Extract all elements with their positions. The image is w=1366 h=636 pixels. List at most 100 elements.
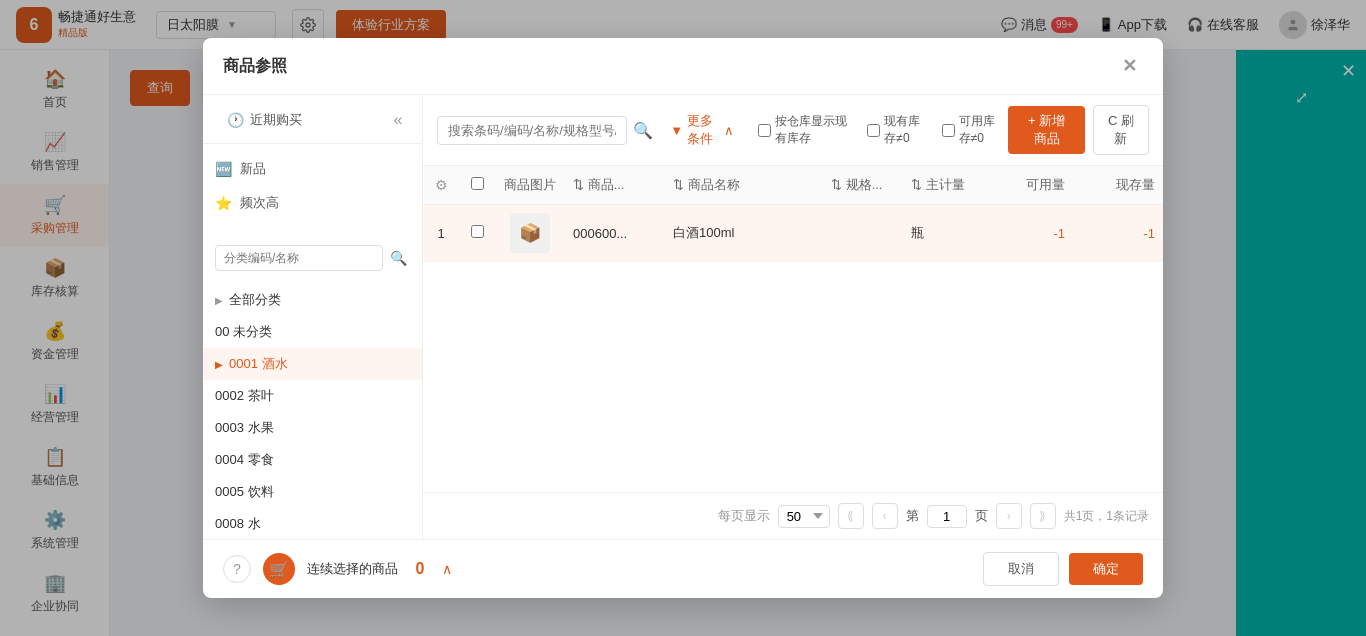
cat-label-00: 00 未分类 bbox=[215, 323, 272, 341]
category-search-input[interactable] bbox=[215, 245, 383, 271]
cat-item-0001[interactable]: ▶ 0001 酒水 bbox=[203, 348, 422, 380]
selected-count: 0 bbox=[410, 560, 430, 578]
refresh-button[interactable]: C 刷新 bbox=[1093, 105, 1149, 155]
left-panel: 🕐 近期购买 « 🆕 新品 ⭐ 频 bbox=[203, 95, 423, 539]
recent-icon: 🕐 bbox=[227, 112, 244, 128]
filter-icon: ▼ bbox=[670, 123, 683, 138]
modal-close-button[interactable]: ✕ bbox=[1115, 52, 1143, 80]
frequent-nav[interactable]: ⭐ 频次高 bbox=[203, 186, 422, 220]
layout: 🏠 首页 📈 销售管理 🛒 采购管理 📦 库存核算 💰 资金管理 📊 经营管理 … bbox=[0, 50, 1366, 636]
cat-item-0008[interactable]: 0008 水 bbox=[203, 508, 422, 539]
th-img-label: 商品图片 bbox=[504, 177, 556, 192]
page-label: 第 bbox=[906, 507, 919, 525]
row-name: 白酒100ml bbox=[673, 225, 734, 240]
cat-label-0003: 0003 水果 bbox=[215, 419, 274, 437]
current-page-input[interactable] bbox=[927, 505, 967, 528]
cat-item-00[interactable]: 00 未分类 bbox=[203, 316, 422, 348]
th-available-label: 可用量 bbox=[1026, 177, 1065, 192]
modal-body: 🕐 近期购买 « 🆕 新品 ⭐ 频 bbox=[203, 95, 1163, 539]
product-search-btn[interactable]: 🔍 bbox=[631, 115, 654, 145]
cat-arrow-all: ▶ bbox=[215, 295, 223, 306]
last-page-btn[interactable]: ⟫ bbox=[1030, 503, 1056, 529]
filter-label: 更多条件 bbox=[687, 112, 720, 148]
td-code: 000600... bbox=[565, 205, 665, 262]
cat-label-0002: 0002 茶叶 bbox=[215, 387, 274, 405]
th-code[interactable]: ⇅ 商品... bbox=[565, 166, 665, 205]
product-search-input[interactable] bbox=[437, 116, 627, 145]
cat-item-all[interactable]: ▶ 全部分类 bbox=[203, 284, 422, 316]
cat-item-0004[interactable]: 0004 零食 bbox=[203, 444, 422, 476]
cat-item-0002[interactable]: 0002 茶叶 bbox=[203, 380, 422, 412]
frequent-icon: ⭐ bbox=[215, 195, 232, 211]
confirm-button[interactable]: 确定 bbox=[1069, 553, 1143, 585]
row-unit: 瓶 bbox=[911, 225, 924, 240]
row-num: 1 bbox=[437, 226, 444, 241]
first-page-btn[interactable]: ⟪ bbox=[838, 503, 864, 529]
filter-collapse-arrow: ∧ bbox=[724, 123, 734, 138]
more-filter-btn[interactable]: ▼ 更多条件 ∧ bbox=[662, 107, 742, 153]
available-stock-filter[interactable]: 可用库存≠0 bbox=[942, 113, 1000, 147]
current-stock-label: 现有库存≠0 bbox=[884, 113, 925, 147]
th-name[interactable]: ⇅ 商品名称 bbox=[665, 166, 823, 205]
help-btn[interactable]: ? bbox=[223, 555, 251, 583]
footer-collapse-arrow[interactable]: ∧ bbox=[442, 561, 452, 577]
thumb-placeholder: 📦 bbox=[519, 222, 541, 244]
new-products-nav[interactable]: 🆕 新品 bbox=[203, 152, 422, 186]
sort-icon-code: ⇅ bbox=[573, 177, 584, 192]
cancel-button[interactable]: 取消 bbox=[983, 552, 1059, 586]
cat-item-0003[interactable]: 0003 水果 bbox=[203, 412, 422, 444]
th-name-label: 商品名称 bbox=[688, 177, 740, 192]
warehouse-stock-label: 按仓库显示现有库存 bbox=[775, 113, 851, 147]
new-label: 新品 bbox=[240, 160, 266, 178]
th-img: 商品图片 bbox=[495, 166, 565, 205]
cat-label-all: 全部分类 bbox=[229, 291, 281, 309]
td-spec bbox=[823, 205, 903, 262]
available-stock-label: 可用库存≠0 bbox=[959, 113, 1000, 147]
product-table: ⚙ 商品图片 bbox=[423, 166, 1163, 262]
product-toolbar: 🔍 ▼ 更多条件 ∧ 按仓库显示现有库存 bbox=[423, 95, 1163, 166]
row-checkbox[interactable] bbox=[471, 225, 484, 238]
cat-arrow-0001: ▶ bbox=[215, 359, 223, 370]
td-stock: -1 bbox=[1073, 205, 1163, 262]
category-search-row: 🔍 bbox=[203, 236, 422, 280]
select-all-checkbox[interactable] bbox=[471, 177, 484, 190]
sort-icon-spec: ⇅ bbox=[831, 177, 842, 192]
sort-icon-name: ⇅ bbox=[673, 177, 684, 192]
warehouse-stock-filter[interactable]: 按仓库显示现有库存 bbox=[758, 113, 851, 147]
th-check bbox=[459, 166, 495, 205]
available-stock-checkbox[interactable] bbox=[942, 124, 955, 137]
page-suffix: 页 bbox=[975, 507, 988, 525]
table-settings-icon[interactable]: ⚙ bbox=[435, 177, 448, 193]
cart-btn[interactable]: 🛒 bbox=[263, 553, 295, 585]
modal-overlay: 商品参照 ✕ 🕐 近期购买 « bbox=[0, 0, 1366, 636]
th-settings: ⚙ bbox=[423, 166, 459, 205]
product-table-container: ⚙ 商品图片 bbox=[423, 166, 1163, 492]
prev-page-btn[interactable]: ‹ bbox=[872, 503, 898, 529]
recent-purchase-btn[interactable]: 🕐 近期购买 bbox=[215, 105, 314, 135]
current-stock-filter[interactable]: 现有库存≠0 bbox=[867, 113, 925, 147]
td-check bbox=[459, 205, 495, 262]
warehouse-stock-checkbox[interactable] bbox=[758, 124, 771, 137]
current-stock-checkbox[interactable] bbox=[867, 124, 880, 137]
td-available: -1 bbox=[983, 205, 1073, 262]
frequent-label: 频次高 bbox=[240, 194, 279, 212]
th-spec[interactable]: ⇅ 规格... bbox=[823, 166, 903, 205]
modal-header: 商品参照 ✕ bbox=[203, 38, 1163, 95]
next-page-btn[interactable]: › bbox=[996, 503, 1022, 529]
category-search-btn[interactable]: 🔍 bbox=[387, 244, 410, 272]
page-size-select[interactable]: 50 10 20 100 bbox=[778, 505, 830, 528]
row-code: 000600... bbox=[573, 226, 627, 241]
td-unit: 瓶 bbox=[903, 205, 983, 262]
left-panel-collapse-btn[interactable]: « bbox=[386, 108, 410, 132]
sort-icon-unit: ⇅ bbox=[911, 177, 922, 192]
table-row[interactable]: 1 📦 bbox=[423, 205, 1163, 262]
product-reference-modal: 商品参照 ✕ 🕐 近期购买 « bbox=[203, 38, 1163, 598]
row-stock: -1 bbox=[1143, 226, 1155, 241]
modal-footer: ? 🛒 连续选择的商品 0 ∧ 取消 确定 bbox=[203, 539, 1163, 598]
add-product-button[interactable]: + 新增商品 bbox=[1008, 106, 1085, 154]
td-num: 1 bbox=[423, 205, 459, 262]
cat-label-0005: 0005 饮料 bbox=[215, 483, 274, 501]
cat-item-0005[interactable]: 0005 饮料 bbox=[203, 476, 422, 508]
td-img: 📦 bbox=[495, 205, 565, 262]
th-unit[interactable]: ⇅ 主计量 bbox=[903, 166, 983, 205]
